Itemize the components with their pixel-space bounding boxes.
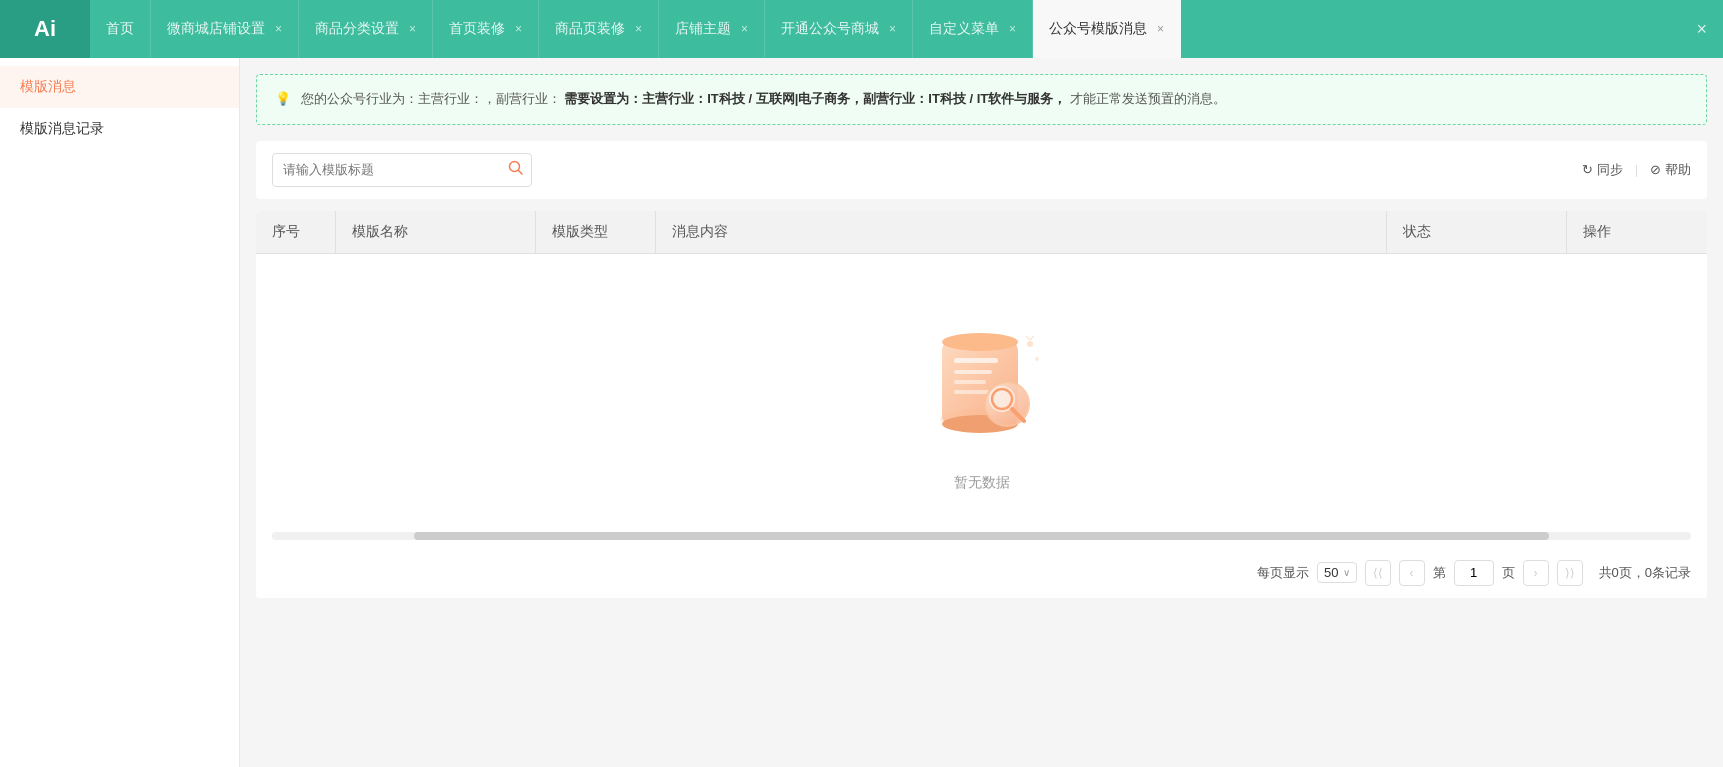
- svg-line-16: [1026, 336, 1030, 340]
- page-size-label: 每页显示: [1257, 564, 1309, 582]
- help-icon: ⊘: [1650, 162, 1661, 177]
- action-divider: |: [1635, 163, 1638, 177]
- nav-tab-label: 开通公众号商城: [781, 20, 879, 38]
- nav-tab-store-theme[interactable]: 店铺主题 ×: [659, 0, 765, 58]
- svg-rect-9: [954, 390, 990, 394]
- table-header: 序号模版名称模版类型消息内容状态操作: [256, 211, 1707, 254]
- nav-tab-product-decoration[interactable]: 商品页装修 ×: [539, 0, 659, 58]
- nav-tab-store-settings[interactable]: 微商城店铺设置 ×: [151, 0, 299, 58]
- empty-state: 暂无数据: [256, 254, 1707, 532]
- sidebar: 模版消息模版消息记录: [0, 58, 240, 767]
- lightbulb-icon: 💡: [275, 89, 291, 110]
- svg-line-17: [1030, 336, 1034, 340]
- table-column-content: 消息内容: [656, 211, 1387, 253]
- chevron-down-icon: ∨: [1343, 567, 1350, 578]
- scroll-thumb[interactable]: [414, 532, 1549, 540]
- search-bar: ↻ 同步 | ⊘ 帮助: [256, 141, 1707, 199]
- sidebar-item-template-message-record[interactable]: 模版消息记录: [0, 108, 239, 150]
- table-column-index: 序号: [256, 211, 336, 253]
- page-suffix-label: 页: [1502, 564, 1515, 582]
- search-input[interactable]: [272, 153, 532, 187]
- empty-text: 暂无数据: [954, 474, 1010, 492]
- search-left: [272, 153, 532, 187]
- notice-suffix: 才能正常发送预置的消息。: [1070, 91, 1226, 106]
- table-column-name: 模版名称: [336, 211, 536, 253]
- nav-tab-label: 商品页装修: [555, 20, 625, 38]
- page-prefix-label: 第: [1433, 564, 1446, 582]
- pagination: 每页显示 50 ∨ ⟨⟨ ‹ 第 页 › ⟩⟩ 共0页，0条记录: [256, 548, 1707, 598]
- tab-close-icon[interactable]: ×: [409, 22, 416, 36]
- current-page-input[interactable]: [1454, 560, 1494, 586]
- tab-close-icon[interactable]: ×: [275, 22, 282, 36]
- main-content: 💡 您的公众号行业为：主营行业：，副营行业： 需要设置为：主营行业：IT科技 /…: [240, 58, 1723, 767]
- empty-illustration: [912, 314, 1052, 454]
- tab-close-icon[interactable]: ×: [515, 22, 522, 36]
- horizontal-scrollbar[interactable]: [272, 532, 1691, 540]
- table-column-type: 模版类型: [536, 211, 656, 253]
- prev-page-button[interactable]: ‹: [1399, 560, 1425, 586]
- last-page-button[interactable]: ⟩⟩: [1557, 560, 1583, 586]
- nav-tab-custom-menu[interactable]: 自定义菜单 ×: [913, 0, 1033, 58]
- search-actions: ↻ 同步 | ⊘ 帮助: [1582, 161, 1691, 179]
- tab-close-icon[interactable]: ×: [741, 22, 748, 36]
- page-size-select[interactable]: 50 ∨: [1317, 562, 1356, 583]
- svg-rect-8: [954, 380, 986, 384]
- svg-rect-7: [954, 370, 992, 374]
- table-container: 序号模版名称模版类型消息内容状态操作: [256, 211, 1707, 598]
- sync-label: 同步: [1597, 161, 1623, 179]
- notice-highlight: 需要设置为：主营行业：IT科技 / 互联网|电子商务，副营行业：IT科技 / I…: [564, 91, 1066, 106]
- sidebar-item-template-message[interactable]: 模版消息: [0, 66, 239, 108]
- close-all-tabs-button[interactable]: ×: [1696, 19, 1707, 40]
- notice-prefix: 您的公众号行业为：主营行业：，副营行业：: [301, 91, 561, 106]
- nav-tab-label: 商品分类设置: [315, 20, 399, 38]
- nav-tabs: 首页微商城店铺设置×商品分类设置×首页装修×商品页装修×店铺主题×开通公众号商城…: [90, 0, 1696, 58]
- nav-tab-label: 首页装修: [449, 20, 505, 38]
- svg-point-4: [942, 333, 1018, 351]
- search-input-wrap: [272, 153, 532, 187]
- nav-tab-label: 微商城店铺设置: [167, 20, 265, 38]
- svg-line-1: [519, 170, 523, 174]
- nav-tab-home[interactable]: 首页: [90, 0, 151, 58]
- next-page-button[interactable]: ›: [1523, 560, 1549, 586]
- help-label: 帮助: [1665, 161, 1691, 179]
- help-button[interactable]: ⊘ 帮助: [1650, 161, 1691, 179]
- nav-tab-label: 店铺主题: [675, 20, 731, 38]
- total-info: 共0页，0条记录: [1599, 564, 1691, 582]
- nav-tab-label: 自定义菜单: [929, 20, 999, 38]
- nav-tab-homepage-decoration[interactable]: 首页装修 ×: [433, 0, 539, 58]
- sync-button[interactable]: ↻ 同步: [1582, 161, 1623, 179]
- tab-close-icon[interactable]: ×: [889, 22, 896, 36]
- tab-close-icon[interactable]: ×: [1157, 22, 1164, 36]
- nav-tab-label: 首页: [106, 20, 134, 38]
- tab-close-icon[interactable]: ×: [635, 22, 642, 36]
- svg-point-14: [1027, 341, 1033, 347]
- nav-tab-template-message[interactable]: 公众号模版消息 ×: [1033, 0, 1181, 58]
- search-button[interactable]: [508, 160, 524, 180]
- notice-banner: 💡 您的公众号行业为：主营行业：，副营行业： 需要设置为：主营行业：IT科技 /…: [256, 74, 1707, 125]
- svg-rect-6: [954, 358, 998, 363]
- top-nav-bar: Ai 首页微商城店铺设置×商品分类设置×首页装修×商品页装修×店铺主题×开通公众…: [0, 0, 1723, 58]
- main-layout: 模版消息模版消息记录 💡 您的公众号行业为：主营行业：，副营行业： 需要设置为：…: [0, 58, 1723, 767]
- sync-icon: ↻: [1582, 162, 1593, 177]
- nav-tab-category-settings[interactable]: 商品分类设置 ×: [299, 0, 433, 58]
- first-page-button[interactable]: ⟨⟨: [1365, 560, 1391, 586]
- app-logo: Ai: [0, 0, 90, 58]
- nav-tab-open-mall[interactable]: 开通公众号商城 ×: [765, 0, 913, 58]
- nav-tab-label: 公众号模版消息: [1049, 20, 1147, 38]
- page-size-value: 50: [1324, 565, 1338, 580]
- tab-close-icon[interactable]: ×: [1009, 22, 1016, 36]
- svg-point-15: [1035, 357, 1039, 361]
- table-column-status: 状态: [1387, 211, 1567, 253]
- table-column-action: 操作: [1567, 211, 1707, 253]
